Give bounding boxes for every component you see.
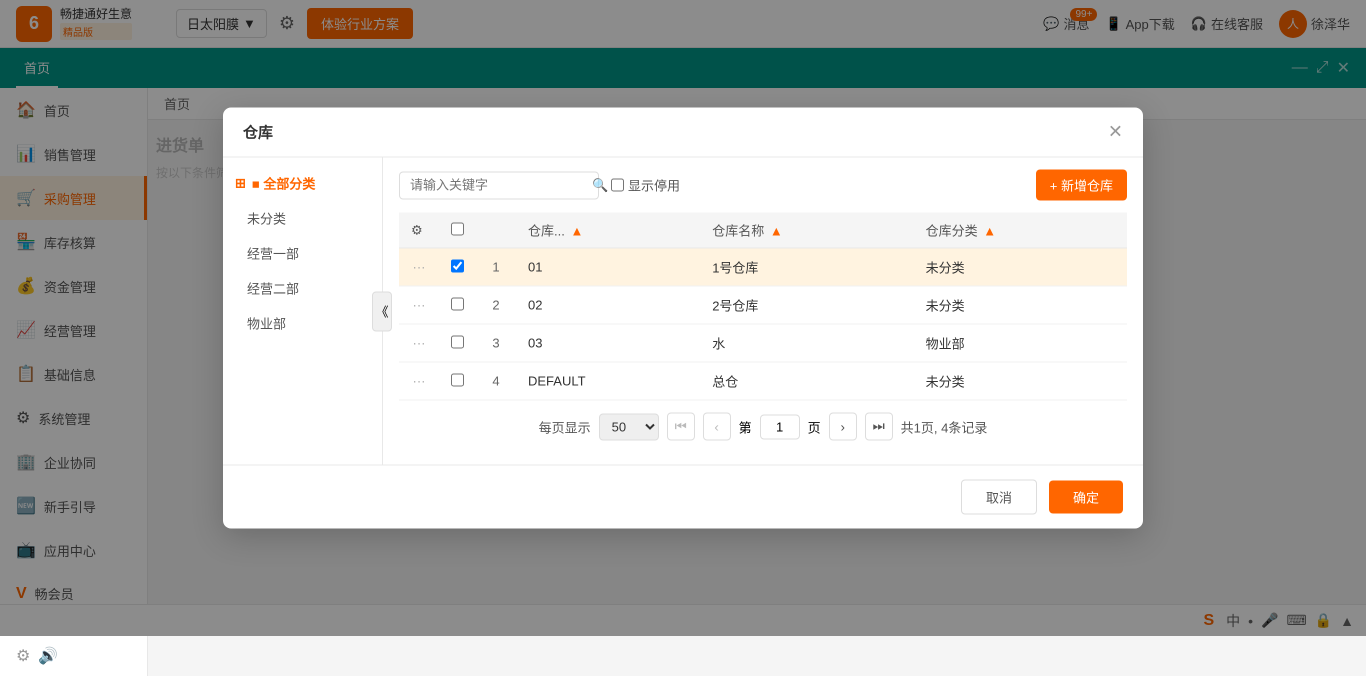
search-icon[interactable]: 🔍 <box>592 177 608 193</box>
table-toolbar: 🔍 显示停用 + 新增仓库 <box>399 170 1127 201</box>
sort-icon-category: ▲ <box>983 224 996 239</box>
col-code: 仓库... ▲ <box>516 213 700 249</box>
row-check-cell[interactable] <box>439 248 476 286</box>
pagination: 每页显示 50 20 100 ⏮ ‹ 第 页 › ⏭ 共1页, 4条记录 <box>399 401 1127 453</box>
category-item-ops2[interactable]: 经营二部 <box>223 271 382 306</box>
row-checkbox[interactable] <box>451 373 464 386</box>
category-item-uncategorized[interactable]: 未分类 <box>223 201 382 236</box>
table-panel: 🔍 显示停用 + 新增仓库 ⚙ 仓库... ▲ 仓库名称 ▲ <box>383 158 1143 465</box>
table-container: ⚙ 仓库... ▲ 仓库名称 ▲ 仓库分类 ▲ ··· 1 01 1号仓库 未分… <box>399 213 1127 401</box>
row-check-cell[interactable] <box>439 324 476 362</box>
settings-bottom-icon[interactable]: ⚙ <box>16 646 30 666</box>
table-row[interactable]: ··· 4 DEFAULT 总仓 未分类 <box>399 362 1127 400</box>
row-category-cell: 未分类 <box>914 362 1127 400</box>
search-input-wrap: 🔍 <box>399 171 599 199</box>
first-page-button[interactable]: ⏮ <box>667 413 695 441</box>
row-num-cell: 4 <box>476 362 516 400</box>
row-settings-cell: ··· <box>399 248 439 286</box>
volume-icon[interactable]: 🔊 <box>38 646 58 666</box>
all-category-item[interactable]: ⊞ ■ 全部分类 <box>223 166 382 201</box>
col-name: 仓库名称 ▲ <box>700 213 913 249</box>
row-settings-cell: ··· <box>399 286 439 324</box>
row-num-cell: 2 <box>476 286 516 324</box>
page-number-input[interactable] <box>760 414 800 439</box>
prev-page-button[interactable]: ‹ <box>703 413 731 441</box>
add-warehouse-button[interactable]: + 新增仓库 <box>1036 170 1127 201</box>
row-code-cell: 01 <box>516 248 700 286</box>
warehouse-table: ⚙ 仓库... ▲ 仓库名称 ▲ 仓库分类 ▲ ··· 1 01 1号仓库 未分… <box>399 213 1127 401</box>
modal-title: 仓库 <box>243 122 273 143</box>
table-body: ··· 1 01 1号仓库 未分类 ··· 2 02 2号仓库 未分类 ··· … <box>399 248 1127 400</box>
category-item-ops1[interactable]: 经营一部 <box>223 236 382 271</box>
col-settings: ⚙ <box>399 213 439 249</box>
last-page-button[interactable]: ⏭ <box>865 413 893 441</box>
warehouse-modal: 仓库 ✕ ⊞ ■ 全部分类 未分类 经营一部 经营二部 物业部 《 🔍 <box>223 108 1143 529</box>
table-row[interactable]: ··· 1 01 1号仓库 未分类 <box>399 248 1127 286</box>
sort-icon-code: ▲ <box>570 224 583 239</box>
row-name-cell: 2号仓库 <box>700 286 913 324</box>
category-item-property[interactable]: 物业部 <box>223 306 382 341</box>
collapse-panel-button[interactable]: 《 <box>372 291 392 331</box>
cancel-button[interactable]: 取消 <box>961 480 1037 515</box>
row-code-cell: 03 <box>516 324 700 362</box>
modal-footer: 取消 确定 <box>223 465 1143 529</box>
modal-header: 仓库 ✕ <box>223 108 1143 158</box>
search-input[interactable] <box>410 178 586 193</box>
row-checkbox[interactable] <box>451 259 464 272</box>
row-settings-cell: ··· <box>399 324 439 362</box>
modal-body: ⊞ ■ 全部分类 未分类 经营一部 经营二部 物业部 《 🔍 显示停用 <box>223 158 1143 465</box>
show-disabled-checkbox[interactable] <box>611 179 624 192</box>
page-size-select[interactable]: 50 20 100 <box>599 413 659 440</box>
modal-close-button[interactable]: ✕ <box>1108 122 1123 143</box>
show-disabled-checkbox-label[interactable]: 显示停用 <box>611 176 680 195</box>
sidebar-bottom: ⚙ 🔊 <box>0 635 147 676</box>
row-code-cell: 02 <box>516 286 700 324</box>
row-name-cell: 总仓 <box>700 362 913 400</box>
table-row[interactable]: ··· 3 03 水 物业部 <box>399 324 1127 362</box>
category-panel: ⊞ ■ 全部分类 未分类 经营一部 经营二部 物业部 《 <box>223 158 383 465</box>
confirm-button[interactable]: 确定 <box>1049 481 1123 514</box>
row-category-cell: 未分类 <box>914 248 1127 286</box>
row-num-cell: 1 <box>476 248 516 286</box>
next-page-button[interactable]: › <box>829 413 857 441</box>
row-name-cell: 水 <box>700 324 913 362</box>
grid-icon: ⊞ <box>235 175 246 191</box>
row-checkbox[interactable] <box>451 335 464 348</box>
row-category-cell: 物业部 <box>914 324 1127 362</box>
col-num <box>476 213 516 249</box>
row-check-cell[interactable] <box>439 362 476 400</box>
row-settings-cell: ··· <box>399 362 439 400</box>
row-check-cell[interactable] <box>439 286 476 324</box>
table-row[interactable]: ··· 2 02 2号仓库 未分类 <box>399 286 1127 324</box>
row-category-cell: 未分类 <box>914 286 1127 324</box>
col-check <box>439 213 476 249</box>
col-category: 仓库分类 ▲ <box>914 213 1127 249</box>
row-code-cell: DEFAULT <box>516 362 700 400</box>
sort-icon-name: ▲ <box>770 224 783 239</box>
table-header-row: ⚙ 仓库... ▲ 仓库名称 ▲ 仓库分类 ▲ <box>399 213 1127 249</box>
row-num-cell: 3 <box>476 324 516 362</box>
row-name-cell: 1号仓库 <box>700 248 913 286</box>
row-checkbox[interactable] <box>451 297 464 310</box>
select-all-checkbox[interactable] <box>451 222 464 235</box>
